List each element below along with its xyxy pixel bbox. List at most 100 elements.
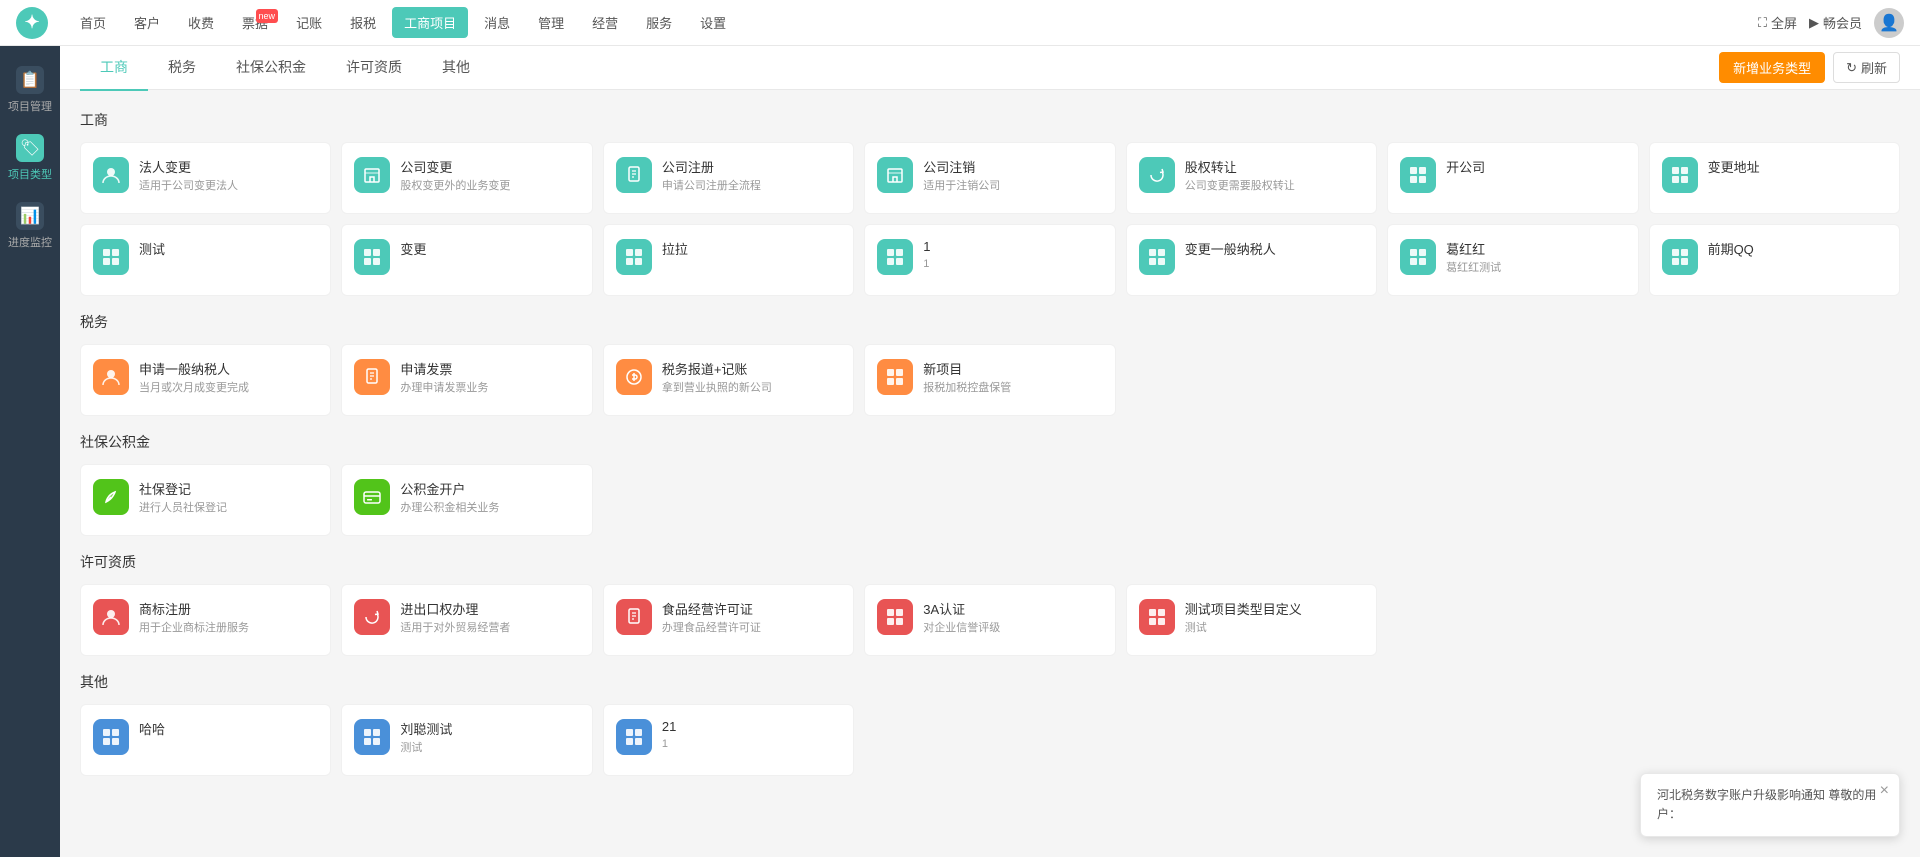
card-desc: 进行人员社保登记 xyxy=(139,501,318,516)
notification-popup: × 河北税务数字账户升级影响通知 尊敬的用户： xyxy=(1640,773,1900,837)
sub-tab-工商[interactable]: 工商 xyxy=(80,46,148,91)
card-content: 21 1 xyxy=(662,719,841,752)
card[interactable]: 变更一般纳税人 xyxy=(1126,224,1377,296)
card[interactable]: 税务报道+记账 拿到营业执照的新公司 xyxy=(603,344,854,416)
card-content: 申请一般纳税人 当月或次月成变更完成 xyxy=(139,359,318,396)
card-icon xyxy=(1400,157,1436,193)
nav-item-经营[interactable]: 经营 xyxy=(580,7,630,38)
nav-item-工商项目[interactable]: 工商项目 xyxy=(392,7,468,38)
card[interactable]: 公司注销 适用于注销公司 xyxy=(864,142,1115,214)
card-content: 申请发票 办理申请发票业务 xyxy=(400,359,579,396)
new-type-button[interactable]: 新增业务类型 xyxy=(1719,52,1825,83)
fullscreen-btn[interactable]: ⛶ 全屏 xyxy=(1758,13,1797,32)
card[interactable]: 公司注册 申请公司注册全流程 xyxy=(603,142,854,214)
card-desc: 办理公积金相关业务 xyxy=(400,501,579,516)
card-content: 1 1 xyxy=(923,239,1102,272)
member-icon: ▶ xyxy=(1809,15,1819,31)
card-title: 食品经营许可证 xyxy=(662,599,841,618)
card-content: 测试项目类型目定义 测试 xyxy=(1185,599,1364,636)
card[interactable]: 申请发票 办理申请发票业务 xyxy=(341,344,592,416)
card[interactable]: 1 1 xyxy=(864,224,1115,296)
card[interactable]: 葛红红 葛红红测试 xyxy=(1387,224,1638,296)
card[interactable]: 社保登记 进行人员社保登记 xyxy=(80,464,331,536)
refresh-button[interactable]: ↻ 刷新 xyxy=(1833,52,1900,83)
card[interactable]: 变更地址 xyxy=(1649,142,1900,214)
card[interactable]: 商标注册 用于企业商标注册服务 xyxy=(80,584,331,656)
nav-item-首页[interactable]: 首页 xyxy=(68,7,118,38)
nav-item-客户[interactable]: 客户 xyxy=(122,7,172,38)
card-title: 公司变更 xyxy=(400,157,579,176)
card[interactable]: 拉拉 xyxy=(603,224,854,296)
card-icon xyxy=(616,157,652,193)
card-title: 测试 xyxy=(139,239,318,258)
card-icon xyxy=(1139,239,1175,275)
card[interactable]: 公积金开户 办理公积金相关业务 xyxy=(341,464,592,536)
card-icon xyxy=(93,719,129,755)
card[interactable]: 测试项目类型目定义 测试 xyxy=(1126,584,1377,656)
member-btn[interactable]: ▶ 畅会员 xyxy=(1809,13,1862,32)
card[interactable]: 股权转让 公司变更需要股权转让 xyxy=(1126,142,1377,214)
sub-tab-税务[interactable]: 税务 xyxy=(148,46,216,91)
card-desc: 适用于对外贸易经营者 xyxy=(400,621,579,636)
card[interactable]: 测试 xyxy=(80,224,331,296)
card-icon xyxy=(93,479,129,515)
nav-item-服务[interactable]: 服务 xyxy=(634,7,684,38)
card[interactable]: 申请一般纳税人 当月或次月成变更完成 xyxy=(80,344,331,416)
nav-item-消息[interactable]: 消息 xyxy=(472,7,522,38)
card[interactable]: 公司变更 股权变更外的业务变更 xyxy=(341,142,592,214)
sidebar-item-进度监控[interactable]: 📊 进度监控 xyxy=(0,192,60,260)
card-title: 变更地址 xyxy=(1708,157,1887,176)
card-icon xyxy=(354,719,390,755)
nav-item-管理[interactable]: 管理 xyxy=(526,7,576,38)
nav-item-记账[interactable]: 记账 xyxy=(284,7,334,38)
card-content: 开公司 xyxy=(1446,157,1625,179)
card-desc: 股权变更外的业务变更 xyxy=(400,179,579,194)
nav-item-设置[interactable]: 设置 xyxy=(688,7,738,38)
nav-items: 首页客户收费票据new记账报税工商项目消息管理经营服务设置 xyxy=(68,7,1758,38)
card[interactable]: 刘聪测试 测试 xyxy=(341,704,592,776)
main-layout: 📋项目管理🏷项目类型📊进度监控 工商税务社保公积金许可资质其他 新增业务类型 ↻… xyxy=(0,46,1920,857)
card-desc: 用于企业商标注册服务 xyxy=(139,621,318,636)
section-title-qita: 其他 xyxy=(80,672,1900,692)
card-icon xyxy=(93,157,129,193)
card-content: 法人变更 适用于公司变更法人 xyxy=(139,157,318,194)
card[interactable]: 新项目 报税加税控盘保管 xyxy=(864,344,1115,416)
cards-grid-xuke: 商标注册 用于企业商标注册服务 进出口权办理 适用于对外贸易经营者 食品经营许可… xyxy=(80,584,1900,656)
card[interactable]: 食品经营许可证 办理食品经营许可证 xyxy=(603,584,854,656)
card[interactable]: 开公司 xyxy=(1387,142,1638,214)
cards-grid-gongshang: 法人变更 适用于公司变更法人 公司变更 股权变更外的业务变更 公司注册 申请公司… xyxy=(80,142,1900,296)
sub-tabs: 工商税务社保公积金许可资质其他 新增业务类型 ↻ 刷新 xyxy=(60,46,1920,90)
card-title: 3A认证 xyxy=(923,599,1102,618)
card-icon xyxy=(1400,239,1436,275)
avatar[interactable]: 👤 xyxy=(1874,8,1904,38)
sub-tab-社保公积金[interactable]: 社保公积金 xyxy=(216,46,326,91)
nav-item-报税[interactable]: 报税 xyxy=(338,7,388,38)
sidebar-label: 项目管理 xyxy=(8,98,52,114)
card-icon xyxy=(877,157,913,193)
card-title: 新项目 xyxy=(923,359,1102,378)
nav-item-收费[interactable]: 收费 xyxy=(176,7,226,38)
sidebar-item-项目管理[interactable]: 📋项目管理 xyxy=(0,56,60,124)
notification-close[interactable]: × xyxy=(1880,782,1889,800)
sub-tabs-left: 工商税务社保公积金许可资质其他 xyxy=(80,46,490,90)
sidebar-icon: 📊 xyxy=(16,202,44,230)
card-desc: 测试 xyxy=(1185,621,1364,636)
sidebar: 📋项目管理🏷项目类型 📊 进度监控 xyxy=(0,46,60,857)
card[interactable]: 法人变更 适用于公司变更法人 xyxy=(80,142,331,214)
card[interactable]: 3A认证 对企业信誉评级 xyxy=(864,584,1115,656)
sidebar-label: 进度监控 xyxy=(8,234,52,250)
card[interactable]: 21 1 xyxy=(603,704,854,776)
nav-item-票据[interactable]: 票据new xyxy=(230,7,280,38)
sub-tab-其他[interactable]: 其他 xyxy=(422,46,490,91)
card[interactable]: 变更 xyxy=(341,224,592,296)
card-title: 21 xyxy=(662,719,841,734)
card-icon xyxy=(354,239,390,275)
card-icon xyxy=(93,599,129,635)
card-title: 变更 xyxy=(400,239,579,258)
card[interactable]: 哈哈 xyxy=(80,704,331,776)
sidebar-label: 项目类型 xyxy=(8,166,52,182)
sidebar-item-项目类型[interactable]: 🏷项目类型 xyxy=(0,124,60,192)
card[interactable]: 前期QQ xyxy=(1649,224,1900,296)
sub-tab-许可资质[interactable]: 许可资质 xyxy=(326,46,422,91)
card[interactable]: 进出口权办理 适用于对外贸易经营者 xyxy=(341,584,592,656)
